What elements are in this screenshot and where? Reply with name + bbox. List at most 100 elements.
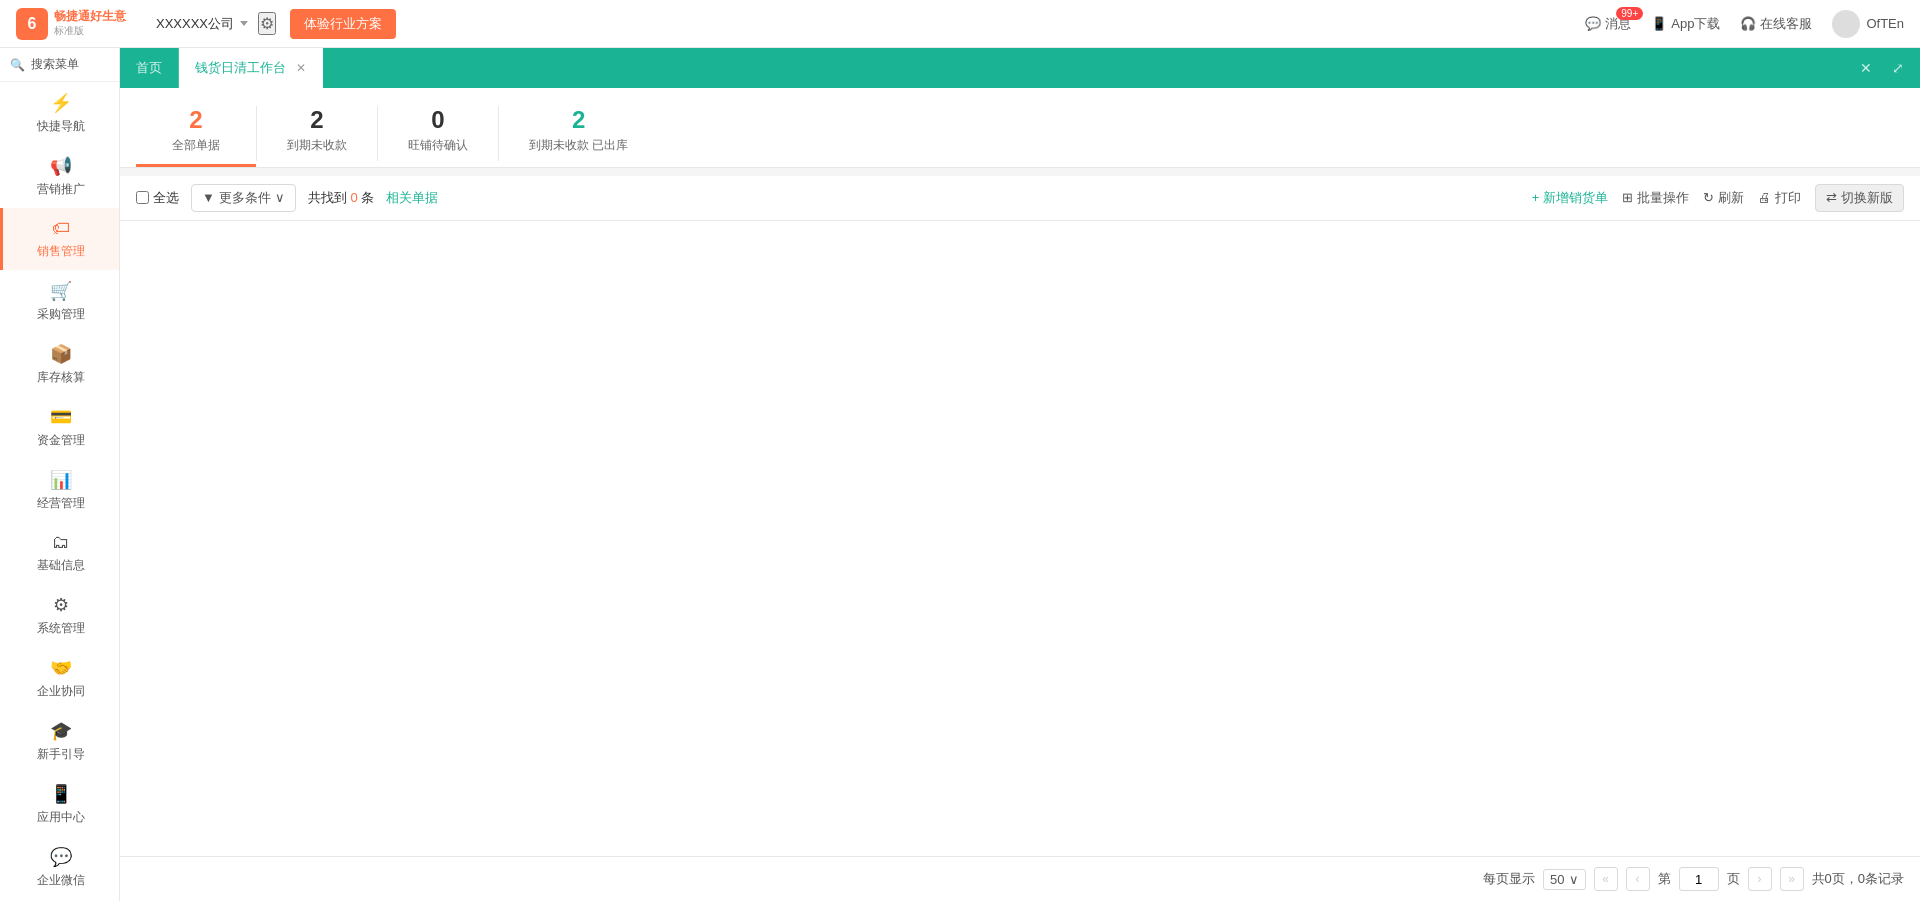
sidebar-item-base[interactable]: 🗂 基础信息 [0,522,119,584]
sidebar-search[interactable]: 🔍 搜索菜单 [0,48,119,82]
try-industry-button[interactable]: 体验行业方案 [290,9,396,39]
refresh-button[interactable]: ↻ 刷新 [1703,189,1744,207]
select-all-checkbox[interactable]: 全选 [136,189,179,207]
stat-label-pending: 旺铺待确认 [408,137,468,154]
message-button[interactable]: 💬 消息 99+ [1585,15,1631,33]
total-info: 共0页，0条记录 [1812,870,1904,888]
online-service-button[interactable]: 🎧 在线客服 [1740,15,1812,33]
toolbar-right: + 新增销货单 ⊞ 批量操作 ↻ 刷新 🖨 打印 ⇄ [1532,184,1904,212]
next-page-button[interactable]: › [1748,867,1772,891]
quick-nav-icon: ⚡ [50,92,72,114]
stat-tab-all[interactable]: 2 全部单据 [136,100,256,167]
page-label: 第 [1658,870,1671,888]
content-area: 首页 钱货日清工作台 ✕ ✕ ⤢ 2 全部单据 2 [120,48,1920,901]
page-content: 2 全部单据 2 到期未收款 0 旺铺待确认 2 到期未收款 已出库 [120,88,1920,901]
logo-icon: 6 [16,8,48,40]
stat-label-overdue: 到期未收款 [287,137,347,154]
stat-number-overdue-shipped: 2 [572,106,585,135]
prev-page-button[interactable]: ‹ [1626,867,1650,891]
first-page-button[interactable]: « [1594,867,1618,891]
main-layout: 🔍 搜索菜单 ⚡ 快捷导航 📢 营销推广 🏷 销售管理 🛒 采购管理 📦 库存核… [0,48,1920,901]
stat-number-all: 2 [189,106,202,135]
stats-tabs: 2 全部单据 2 到期未收款 0 旺铺待确认 2 到期未收款 已出库 [120,88,1920,168]
app-center-icon: 📱 [50,783,72,805]
company-name: XXXXXX公司 [156,15,234,33]
sidebar-item-marketing[interactable]: 📢 营销推广 [0,145,119,208]
stat-number-pending: 0 [431,106,444,135]
stat-number-overdue: 2 [310,106,323,135]
add-sales-order-button[interactable]: + 新增销货单 [1532,189,1608,207]
print-button[interactable]: 🖨 打印 [1758,189,1801,207]
message-icon: 💬 [1585,16,1601,31]
sales-icon: 🏷 [52,218,70,239]
operation-icon: 📊 [50,469,72,491]
filter-chevron-icon: ∨ [275,190,285,205]
refresh-icon: ↻ [1703,190,1714,205]
sidebar-item-sales[interactable]: 🏷 销售管理 [0,208,119,270]
found-count-number: 0 [351,190,358,205]
message-badge: 99+ [1616,7,1643,20]
app-title: 畅捷通好生意 [54,9,126,23]
tab-close-icon[interactable]: ✕ [296,61,306,75]
app-download-button[interactable]: 📱 App下载 [1651,15,1720,33]
logo-area: 6 畅捷通好生意 标准版 [16,8,136,40]
header-right: 💬 消息 99+ 📱 App下载 🎧 在线客服 OfTEn [1585,10,1904,38]
marketing-icon: 📢 [50,155,72,177]
inventory-icon: 📦 [50,343,72,365]
sidebar-item-quick-nav[interactable]: ⚡ 快捷导航 [0,82,119,145]
guide-icon: 🎓 [50,720,72,742]
chevron-down-icon [240,21,248,26]
per-page-label: 每页显示 [1483,870,1535,888]
switch-version-button[interactable]: ⇄ 切换新版 [1815,184,1904,212]
tab-bar: 首页 钱货日清工作台 ✕ ✕ ⤢ [120,48,1920,88]
sidebar-item-system[interactable]: ⚙ 系统管理 [0,584,119,647]
sidebar-item-wechat[interactable]: 💬 企业微信 [0,836,119,899]
top-header: 6 畅捷通好生意 标准版 XXXXXX公司 ⚙ 体验行业方案 💬 消息 99+ … [0,0,1920,48]
logo-text: 畅捷通好生意 标准版 [54,9,126,37]
batch-operation-button[interactable]: ⊞ 批量操作 [1622,189,1689,207]
tab-expand-button[interactable]: ⤢ [1886,58,1910,78]
avatar [1832,10,1860,38]
switch-icon: ⇄ [1826,190,1837,205]
related-orders-link[interactable]: 相关单据 [386,189,438,207]
sidebar-item-operation[interactable]: 📊 经营管理 [0,459,119,522]
per-page-select[interactable]: 50 ∨ [1543,869,1585,890]
stat-tab-overdue[interactable]: 2 到期未收款 [257,100,377,167]
sidebar-item-guide[interactable]: 🎓 新手引导 [0,710,119,773]
select-all-input[interactable] [136,191,149,204]
avatar-area[interactable]: OfTEn [1832,10,1904,38]
sidebar-item-inventory[interactable]: 📦 库存核算 [0,333,119,396]
sidebar-item-corp[interactable]: 🤝 企业协同 [0,647,119,710]
last-page-button[interactable]: » [1780,867,1804,891]
tab-bar-actions: ✕ ⤢ [1854,58,1920,78]
service-icon: 🎧 [1740,16,1756,31]
stat-tab-overdue-shipped[interactable]: 2 到期未收款 已出库 [499,100,658,167]
corp-icon: 🤝 [50,657,72,679]
page-suffix: 页 [1727,870,1740,888]
batch-icon: ⊞ [1622,190,1633,205]
base-icon: 🗂 [52,532,70,553]
tab-work-bench[interactable]: 钱货日清工作台 ✕ [179,48,323,88]
sidebar: 🔍 搜索菜单 ⚡ 快捷导航 📢 营销推广 🏷 销售管理 🛒 采购管理 📦 库存核… [0,48,120,901]
stat-tab-pending[interactable]: 0 旺铺待确认 [378,100,498,167]
settings-button[interactable]: ⚙ [258,12,276,35]
stat-label-all: 全部单据 [172,137,220,154]
finance-icon: 💳 [50,406,72,428]
sidebar-item-app-center[interactable]: 📱 应用中心 [0,773,119,836]
found-count-text: 共找到 0 条 [308,189,374,207]
purchase-icon: 🛒 [50,280,72,302]
search-icon: 🔍 [10,58,25,72]
tab-close-window-button[interactable]: ✕ [1854,58,1878,78]
app-subtitle: 标准版 [54,24,126,38]
system-icon: ⚙ [53,594,69,616]
filter-button[interactable]: ▼ 更多条件 ∨ [191,184,296,212]
toolbar: 全选 ▼ 更多条件 ∨ 共找到 0 条 相关单据 + 新增销货单 ⊞ [120,176,1920,221]
page-number-input[interactable] [1679,867,1719,891]
filter-icon: ▼ [202,190,215,205]
tab-home[interactable]: 首页 [120,48,179,88]
stat-label-overdue-shipped: 到期未收款 已出库 [529,137,628,154]
sidebar-item-purchase[interactable]: 🛒 采购管理 [0,270,119,333]
sidebar-item-finance[interactable]: 💳 资金管理 [0,396,119,459]
table-area [120,221,1920,856]
company-selector[interactable]: XXXXXX公司 [156,15,248,33]
